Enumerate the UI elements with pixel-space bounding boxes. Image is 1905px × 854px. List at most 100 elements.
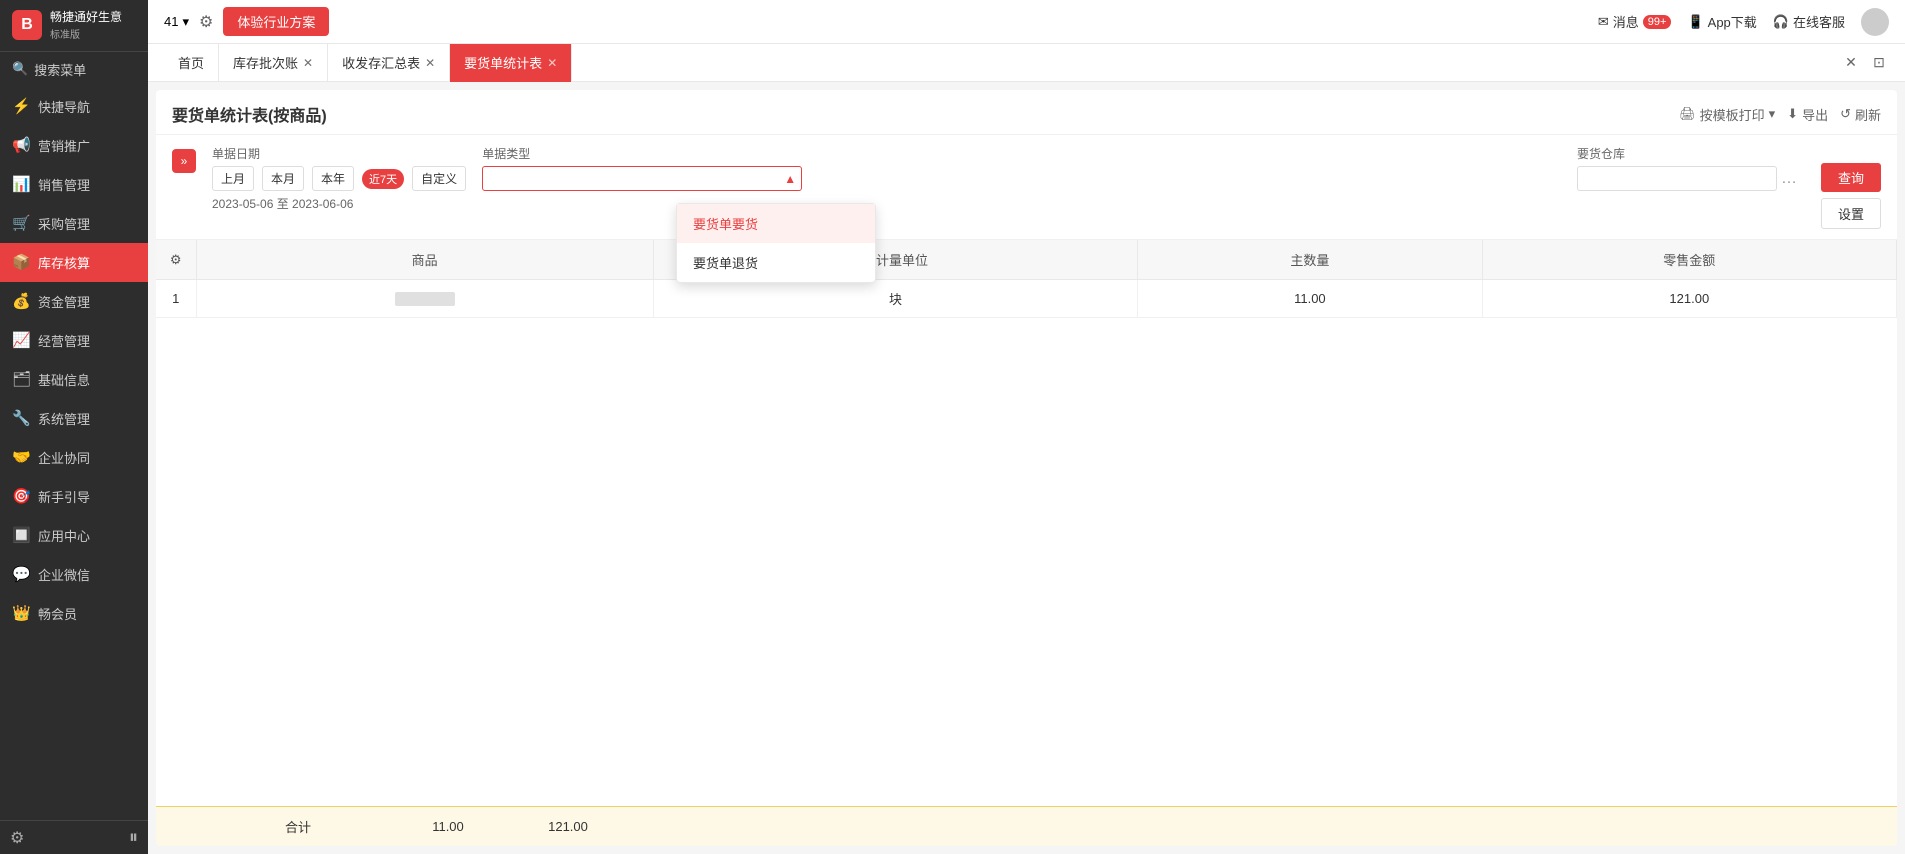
tab-receive-summary[interactable]: 收发存汇总表 ✕ bbox=[328, 44, 450, 82]
maximize-icon[interactable]: ⊡ bbox=[1869, 53, 1889, 73]
table-header-row: ⚙ 商品 主计量单位 主数量 零售金额 bbox=[156, 240, 1897, 280]
sidebar-item-member[interactable]: 👑 畅会员 bbox=[0, 594, 148, 633]
refresh-button[interactable]: ↺ 刷新 bbox=[1840, 105, 1881, 124]
type-filter-label: 单据类型 bbox=[482, 145, 802, 162]
tab-home[interactable]: 首页 bbox=[164, 44, 219, 82]
data-table-wrapper: ⚙ 商品 主计量单位 主数量 零售金额 1 bbox=[156, 240, 1897, 806]
sidebar-search-label: 搜索菜单 bbox=[34, 60, 86, 79]
sidebar-item-label: 库存核算 bbox=[38, 253, 90, 272]
purchase-icon: 🛒 bbox=[12, 214, 30, 232]
sidebar-item-app-center[interactable]: 🔲 应用中心 bbox=[0, 516, 148, 555]
date-recent7-badge[interactable]: 近7天 bbox=[362, 169, 404, 189]
type-filter-arrow-icon[interactable]: ▲ bbox=[784, 172, 796, 186]
sidebar-item-marketing[interactable]: 📢 营销推广 bbox=[0, 126, 148, 165]
app-version: 标准版 bbox=[50, 26, 122, 41]
print-button[interactable]: 🖨 按模板打印 ▾ bbox=[1679, 105, 1775, 124]
query-button[interactable]: 查询 bbox=[1821, 163, 1881, 192]
trial-button[interactable]: 体验行业方案 bbox=[223, 7, 329, 36]
user-avatar[interactable] bbox=[1861, 8, 1889, 36]
warehouse-more-icon[interactable]: … bbox=[1781, 170, 1797, 188]
logo-icon: B bbox=[12, 10, 42, 40]
sidebar-item-enterprise[interactable]: 🤝 企业协同 bbox=[0, 438, 148, 477]
row-unit: 块 bbox=[653, 280, 1137, 318]
app-download-label: App下载 bbox=[1708, 12, 1757, 31]
date-this-year-btn[interactable]: 本年 bbox=[312, 166, 354, 191]
warehouse-filter-input[interactable] bbox=[1577, 166, 1777, 191]
sidebar-item-label: 营销推广 bbox=[38, 136, 90, 155]
sidebar-search[interactable]: 🔍 搜索菜单 bbox=[0, 52, 148, 87]
search-icon: 🔍 bbox=[12, 61, 28, 77]
filter-bar: » 单据日期 上月 本月 本年 近7天 自定义 2023-05-06 至 202… bbox=[156, 135, 1897, 240]
warehouse-input-wrapper: … bbox=[1577, 166, 1797, 191]
header-right: ✉ 消息 99+ 📱 App下载 🎧 在线客服 bbox=[1598, 8, 1889, 36]
sidebar-item-label: 企业微信 bbox=[38, 565, 90, 584]
sidebar-collapse-icon[interactable]: ⏸ bbox=[129, 827, 138, 848]
sidebar-item-purchase[interactable]: 🛒 采购管理 bbox=[0, 204, 148, 243]
operations-icon: 📈 bbox=[12, 331, 30, 349]
header-settings-icon[interactable]: ⚙ bbox=[199, 12, 213, 32]
sidebar-item-finance[interactable]: 💰 资金管理 bbox=[0, 282, 148, 321]
warehouse-filter-label: 要货仓库 bbox=[1577, 145, 1797, 162]
total-quantity: 11.00 bbox=[388, 819, 508, 834]
total-label: 合计 bbox=[168, 817, 388, 836]
page-content: 要货单统计表(按商品) 🖨 按模板打印 ▾ ⬇ 导出 ↺ 刷新 » bbox=[156, 90, 1897, 846]
col-settings[interactable]: ⚙ bbox=[156, 240, 196, 280]
date-this-month-btn[interactable]: 本月 bbox=[262, 166, 304, 191]
top-header: 41 ▾ ⚙ 体验行业方案 ✉ 消息 99+ 📱 App下载 🎧 在线客服 bbox=[148, 0, 1905, 44]
date-filter-group: 单据日期 上月 本月 本年 近7天 自定义 2023-05-06 至 2023-… bbox=[212, 145, 466, 212]
main-area: 41 ▾ ⚙ 体验行业方案 ✉ 消息 99+ 📱 App下载 🎧 在线客服 bbox=[148, 0, 1905, 854]
data-table: ⚙ 商品 主计量单位 主数量 零售金额 1 bbox=[156, 240, 1897, 318]
tab-close-icon[interactable]: ✕ bbox=[425, 56, 435, 70]
table-footer: 合计 11.00 121.00 bbox=[156, 806, 1897, 846]
row-product bbox=[196, 280, 653, 318]
dropdown-item-order-return[interactable]: 要货单退货 bbox=[677, 243, 875, 282]
sidebar-item-label: 销售管理 bbox=[38, 175, 90, 194]
sidebar-item-label: 资金管理 bbox=[38, 292, 90, 311]
tab-order-stats[interactable]: 要货单统计表 ✕ bbox=[450, 44, 572, 82]
dropdown-item-order-goods[interactable]: 要货单要货 bbox=[677, 204, 875, 243]
sidebar-item-label: 经营管理 bbox=[38, 331, 90, 350]
filter-settings-button[interactable]: 设置 bbox=[1821, 198, 1881, 229]
header-left: 41 ▾ ⚙ 体验行业方案 bbox=[164, 7, 329, 36]
sidebar-item-label: 快捷导航 bbox=[38, 97, 90, 116]
message-badge: 99+ bbox=[1643, 15, 1672, 29]
settings-icon[interactable]: ⚙ bbox=[10, 828, 24, 848]
filter-actions: 查询 设置 bbox=[1821, 163, 1881, 229]
col-product: 商品 bbox=[196, 240, 653, 280]
store-selector[interactable]: 41 ▾ bbox=[164, 14, 189, 30]
messages-button[interactable]: ✉ 消息 99+ bbox=[1598, 12, 1672, 31]
quick-nav-icon: ⚡ bbox=[12, 97, 30, 115]
app-download-button[interactable]: 📱 App下载 bbox=[1687, 12, 1756, 31]
export-icon: ⬇ bbox=[1787, 106, 1798, 122]
online-service-button[interactable]: 🎧 在线客服 bbox=[1773, 12, 1845, 31]
sidebar-item-sales[interactable]: 📊 销售管理 bbox=[0, 165, 148, 204]
sidebar-nav: ⚡ 快捷导航 📢 营销推广 📊 销售管理 🛒 采购管理 📦 库存核算 💰 资金管… bbox=[0, 87, 148, 820]
table-body: 1 块 11.00 121.00 bbox=[156, 280, 1897, 318]
sidebar-item-inventory[interactable]: 📦 库存核算 bbox=[0, 243, 148, 282]
store-name: 41 bbox=[164, 14, 178, 29]
export-label: 导出 bbox=[1802, 105, 1828, 124]
sidebar-item-operations[interactable]: 📈 经营管理 bbox=[0, 321, 148, 360]
page-header: 要货单统计表(按商品) 🖨 按模板打印 ▾ ⬇ 导出 ↺ 刷新 bbox=[156, 90, 1897, 135]
tab-actions: ✕ ⊡ bbox=[1841, 53, 1889, 73]
expand-filter-button[interactable]: » bbox=[172, 149, 196, 173]
tab-close-icon[interactable]: ✕ bbox=[303, 56, 313, 70]
headset-icon: 🎧 bbox=[1773, 14, 1789, 30]
tab-batch-account[interactable]: 库存批次账 ✕ bbox=[219, 44, 328, 82]
sidebar-item-basic[interactable]: 🗂 基础信息 bbox=[0, 360, 148, 399]
sidebar-item-quick-nav[interactable]: ⚡ 快捷导航 bbox=[0, 87, 148, 126]
guide-icon: 🎯 bbox=[12, 487, 30, 505]
close-tab-icon[interactable]: ✕ bbox=[1841, 53, 1861, 73]
sidebar-footer: ⚙ ⏸ bbox=[0, 820, 148, 854]
tab-close-icon[interactable]: ✕ bbox=[547, 56, 557, 70]
date-last-month-btn[interactable]: 上月 bbox=[212, 166, 254, 191]
row-amount: 121.00 bbox=[1482, 280, 1896, 318]
sidebar-item-guide[interactable]: 🎯 新手引导 bbox=[0, 477, 148, 516]
sidebar-item-system[interactable]: 🔧 系统管理 bbox=[0, 399, 148, 438]
sidebar-item-wechat[interactable]: 💬 企业微信 bbox=[0, 555, 148, 594]
export-button[interactable]: ⬇ 导出 bbox=[1787, 105, 1828, 124]
sidebar-item-label: 基础信息 bbox=[38, 370, 90, 389]
type-filter-input[interactable] bbox=[482, 166, 802, 191]
tab-label: 库存批次账 bbox=[233, 53, 298, 72]
date-custom-btn[interactable]: 自定义 bbox=[412, 166, 466, 191]
